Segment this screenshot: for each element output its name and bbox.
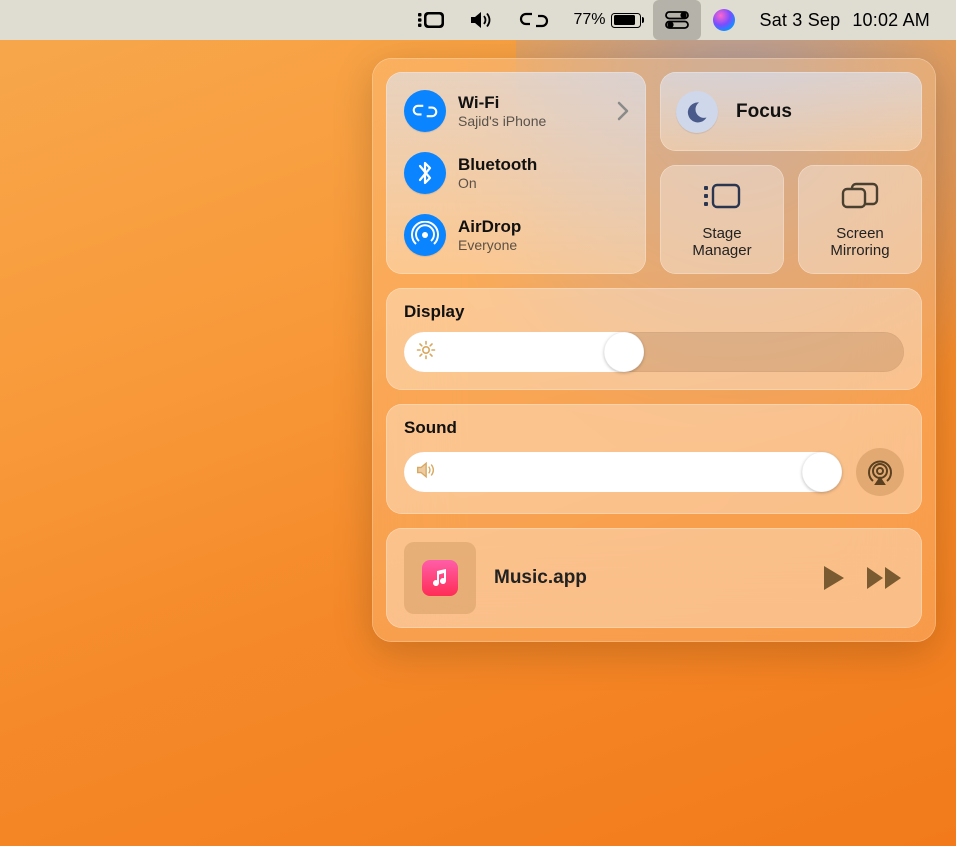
battery-icon xyxy=(611,13,641,28)
stage-manager-label: Stage Manager xyxy=(692,225,751,260)
tiles-row: Stage Manager Screen Mirroring xyxy=(660,165,922,274)
bluetooth-icon xyxy=(404,152,446,194)
volume-slider[interactable] xyxy=(404,452,842,492)
display-card: Display xyxy=(386,288,922,390)
battery-percent-label: 77% xyxy=(573,11,605,29)
airdrop-subtitle: Everyone xyxy=(458,237,521,253)
forward-button[interactable] xyxy=(866,566,904,590)
screen-mirroring-icon xyxy=(841,182,879,217)
sun-icon xyxy=(416,340,436,365)
now-playing-art xyxy=(404,542,476,614)
control-center-menubar-icon[interactable] xyxy=(653,0,701,40)
control-center-panel: Wi-Fi Sajid's iPhone Bluetooth On xyxy=(372,58,936,642)
display-heading: Display xyxy=(404,302,904,322)
menu-bar: 77% Sat 3 Sep 10:02 AM xyxy=(0,0,956,40)
brightness-slider[interactable] xyxy=(404,332,904,372)
siri-menubar-icon[interactable] xyxy=(701,0,747,40)
airdrop-title: AirDrop xyxy=(458,217,521,237)
focus-title: Focus xyxy=(736,101,792,123)
play-button[interactable] xyxy=(822,565,846,591)
chevron-right-icon xyxy=(616,100,630,122)
stage-manager-tile[interactable]: Stage Manager xyxy=(660,165,784,274)
airplay-audio-button[interactable] xyxy=(856,448,904,496)
clock-menubar[interactable]: Sat 3 Sep 10:02 AM xyxy=(747,0,942,40)
focus-card[interactable]: Focus xyxy=(660,72,922,151)
menubar-date: Sat 3 Sep xyxy=(759,10,840,31)
music-app-icon xyxy=(422,560,458,596)
moon-icon xyxy=(676,91,718,133)
battery-menubar[interactable]: 77% xyxy=(561,0,653,40)
bluetooth-subtitle: On xyxy=(458,175,537,191)
now-playing-title: Music.app xyxy=(494,567,804,589)
sound-card: Sound xyxy=(386,404,922,514)
personal-hotspot-menubar-icon[interactable] xyxy=(507,0,561,40)
wifi-row[interactable]: Wi-Fi Sajid's iPhone xyxy=(392,82,640,140)
bluetooth-title: Bluetooth xyxy=(458,155,537,175)
menubar-time: 10:02 AM xyxy=(852,10,930,31)
volume-menubar-icon[interactable] xyxy=(457,0,507,40)
bluetooth-row[interactable]: Bluetooth On xyxy=(392,144,640,202)
connectivity-card: Wi-Fi Sajid's iPhone Bluetooth On xyxy=(386,72,646,274)
screen-mirroring-tile[interactable]: Screen Mirroring xyxy=(798,165,922,274)
airdrop-icon xyxy=(404,214,446,256)
stage-manager-icon xyxy=(702,182,742,217)
wifi-subtitle: Sajid's iPhone xyxy=(458,113,546,129)
stage-manager-menubar-icon[interactable] xyxy=(405,0,457,40)
airdrop-row[interactable]: AirDrop Everyone xyxy=(392,206,640,264)
speaker-icon xyxy=(416,461,438,484)
personal-hotspot-icon xyxy=(404,90,446,132)
screen-mirroring-label: Screen Mirroring xyxy=(830,225,889,260)
wifi-title: Wi-Fi xyxy=(458,93,546,113)
sound-heading: Sound xyxy=(404,418,904,438)
now-playing-card[interactable]: Music.app xyxy=(386,528,922,628)
